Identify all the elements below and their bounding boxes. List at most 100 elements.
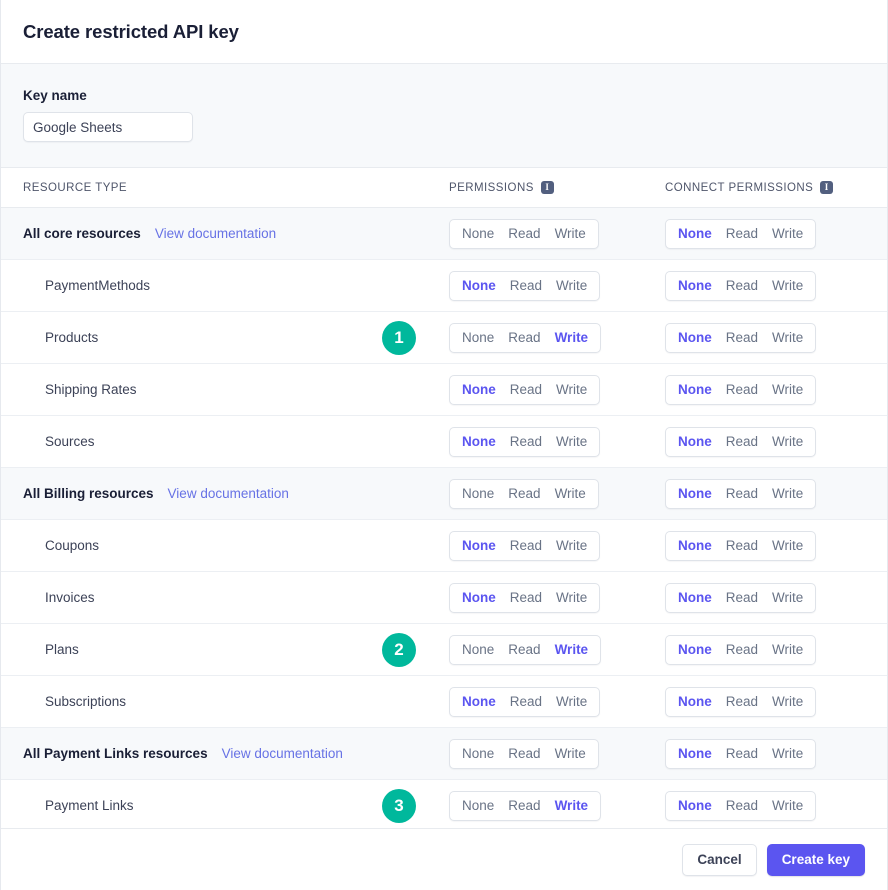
connect-permissions-option-write[interactable]: Write bbox=[765, 220, 810, 248]
cancel-button[interactable]: Cancel bbox=[682, 844, 756, 876]
permissions-option-write[interactable]: Write bbox=[548, 636, 596, 664]
connect-permissions-option-read[interactable]: Read bbox=[719, 376, 765, 404]
permissions-option-read[interactable]: Read bbox=[503, 376, 549, 404]
permissions-segmented-control[interactable]: NoneReadWrite bbox=[449, 791, 601, 821]
connect-permissions-option-read[interactable]: Read bbox=[719, 480, 765, 508]
connect-permissions-option-write[interactable]: Write bbox=[765, 636, 810, 664]
permissions-option-none[interactable]: None bbox=[455, 740, 501, 768]
permissions-option-read[interactable]: Read bbox=[503, 428, 549, 456]
connect-permissions-segmented-control[interactable]: NoneReadWrite bbox=[665, 739, 816, 769]
permissions-option-read[interactable]: Read bbox=[503, 584, 549, 612]
connect-permissions-option-none[interactable]: None bbox=[671, 220, 719, 248]
permissions-option-none[interactable]: None bbox=[455, 532, 503, 560]
permissions-option-write[interactable]: Write bbox=[549, 376, 594, 404]
permissions-option-read[interactable]: Read bbox=[501, 636, 547, 664]
connect-permissions-option-write[interactable]: Write bbox=[765, 792, 810, 820]
connect-permissions-segmented-control[interactable]: NoneReadWrite bbox=[665, 427, 816, 457]
permissions-option-write[interactable]: Write bbox=[549, 428, 594, 456]
connect-permissions-option-none[interactable]: None bbox=[671, 636, 719, 664]
connect-permissions-option-write[interactable]: Write bbox=[765, 428, 810, 456]
connect-permissions-option-read[interactable]: Read bbox=[719, 272, 765, 300]
permissions-option-read[interactable]: Read bbox=[503, 272, 549, 300]
permissions-segmented-control[interactable]: NoneReadWrite bbox=[449, 271, 600, 301]
connect-permissions-option-none[interactable]: None bbox=[671, 272, 719, 300]
connect-permissions-segmented-control[interactable]: NoneReadWrite bbox=[665, 271, 816, 301]
connect-permissions-option-none[interactable]: None bbox=[671, 688, 719, 716]
connect-permissions-option-write[interactable]: Write bbox=[765, 532, 810, 560]
connect-permissions-option-write[interactable]: Write bbox=[765, 740, 810, 768]
permissions-option-read[interactable]: Read bbox=[501, 740, 547, 768]
permissions-segmented-control[interactable]: NoneReadWrite bbox=[449, 427, 600, 457]
permissions-segmented-control[interactable]: NoneReadWrite bbox=[449, 375, 600, 405]
connect-permissions-option-none[interactable]: None bbox=[671, 428, 719, 456]
connect-permissions-option-read[interactable]: Read bbox=[719, 584, 765, 612]
view-documentation-link[interactable]: View documentation bbox=[222, 746, 343, 761]
permissions-segmented-control[interactable]: NoneReadWrite bbox=[449, 583, 600, 613]
connect-permissions-option-write[interactable]: Write bbox=[765, 376, 810, 404]
permissions-option-write[interactable]: Write bbox=[549, 584, 594, 612]
permissions-option-none[interactable]: None bbox=[455, 272, 503, 300]
permissions-option-none[interactable]: None bbox=[455, 220, 501, 248]
connect-permissions-option-write[interactable]: Write bbox=[765, 272, 810, 300]
permissions-segmented-control[interactable]: NoneReadWrite bbox=[449, 219, 599, 249]
connect-permissions-segmented-control[interactable]: NoneReadWrite bbox=[665, 375, 816, 405]
connect-permissions-segmented-control[interactable]: NoneReadWrite bbox=[665, 531, 816, 561]
connect-permissions-option-write[interactable]: Write bbox=[765, 324, 810, 352]
connect-permissions-option-read[interactable]: Read bbox=[719, 428, 765, 456]
connect-permissions-option-read[interactable]: Read bbox=[719, 792, 765, 820]
view-documentation-link[interactable]: View documentation bbox=[155, 226, 276, 241]
permissions-option-write[interactable]: Write bbox=[548, 792, 596, 820]
connect-permissions-option-write[interactable]: Write bbox=[765, 584, 810, 612]
permissions-info-icon[interactable]: i bbox=[541, 181, 554, 194]
connect-permissions-option-none[interactable]: None bbox=[671, 584, 719, 612]
connect-permissions-segmented-control[interactable]: NoneReadWrite bbox=[665, 687, 816, 717]
permissions-option-read[interactable]: Read bbox=[501, 792, 547, 820]
connect-permissions-option-none[interactable]: None bbox=[671, 792, 719, 820]
permissions-option-write[interactable]: Write bbox=[548, 324, 596, 352]
connect-permissions-option-none[interactable]: None bbox=[671, 324, 719, 352]
permissions-option-none[interactable]: None bbox=[455, 376, 503, 404]
permissions-option-read[interactable]: Read bbox=[503, 688, 549, 716]
permissions-option-write[interactable]: Write bbox=[549, 688, 594, 716]
connect-permissions-option-none[interactable]: None bbox=[671, 532, 719, 560]
connect-permissions-segmented-control[interactable]: NoneReadWrite bbox=[665, 635, 816, 665]
permissions-option-none[interactable]: None bbox=[455, 792, 501, 820]
create-key-button[interactable]: Create key bbox=[767, 844, 865, 876]
permissions-segmented-control[interactable]: NoneReadWrite bbox=[449, 739, 599, 769]
permissions-option-write[interactable]: Write bbox=[548, 220, 593, 248]
connect-permissions-option-read[interactable]: Read bbox=[719, 532, 765, 560]
connect-permissions-option-read[interactable]: Read bbox=[719, 636, 765, 664]
connect-permissions-segmented-control[interactable]: NoneReadWrite bbox=[665, 791, 816, 821]
permissions-option-read[interactable]: Read bbox=[503, 532, 549, 560]
connect-permissions-option-read[interactable]: Read bbox=[719, 688, 765, 716]
connect-permissions-option-read[interactable]: Read bbox=[719, 324, 765, 352]
connect-permissions-segmented-control[interactable]: NoneReadWrite bbox=[665, 219, 816, 249]
connect-permissions-option-none[interactable]: None bbox=[671, 480, 719, 508]
permissions-option-read[interactable]: Read bbox=[501, 220, 547, 248]
permissions-option-write[interactable]: Write bbox=[549, 272, 594, 300]
permissions-option-none[interactable]: None bbox=[455, 324, 501, 352]
connect-permissions-option-read[interactable]: Read bbox=[719, 220, 765, 248]
permissions-segmented-control[interactable]: NoneReadWrite bbox=[449, 479, 599, 509]
permissions-segmented-control[interactable]: NoneReadWrite bbox=[449, 687, 600, 717]
permissions-segmented-control[interactable]: NoneReadWrite bbox=[449, 635, 601, 665]
connect-permissions-option-write[interactable]: Write bbox=[765, 480, 810, 508]
permissions-option-read[interactable]: Read bbox=[501, 480, 547, 508]
connect-permissions-segmented-control[interactable]: NoneReadWrite bbox=[665, 323, 816, 353]
permissions-option-write[interactable]: Write bbox=[548, 740, 593, 768]
permissions-option-write[interactable]: Write bbox=[549, 532, 594, 560]
permissions-option-write[interactable]: Write bbox=[548, 480, 593, 508]
key-name-input[interactable] bbox=[23, 112, 193, 142]
permissions-option-read[interactable]: Read bbox=[501, 324, 547, 352]
permissions-segmented-control[interactable]: NoneReadWrite bbox=[449, 531, 600, 561]
connect-permissions-option-write[interactable]: Write bbox=[765, 688, 810, 716]
permissions-option-none[interactable]: None bbox=[455, 428, 503, 456]
permissions-segmented-control[interactable]: NoneReadWrite bbox=[449, 323, 601, 353]
view-documentation-link[interactable]: View documentation bbox=[168, 486, 289, 501]
connect-permissions-option-none[interactable]: None bbox=[671, 740, 719, 768]
connect-permissions-info-icon[interactable]: i bbox=[820, 181, 833, 194]
permissions-option-none[interactable]: None bbox=[455, 688, 503, 716]
connect-permissions-option-read[interactable]: Read bbox=[719, 740, 765, 768]
permissions-option-none[interactable]: None bbox=[455, 636, 501, 664]
connect-permissions-option-none[interactable]: None bbox=[671, 376, 719, 404]
